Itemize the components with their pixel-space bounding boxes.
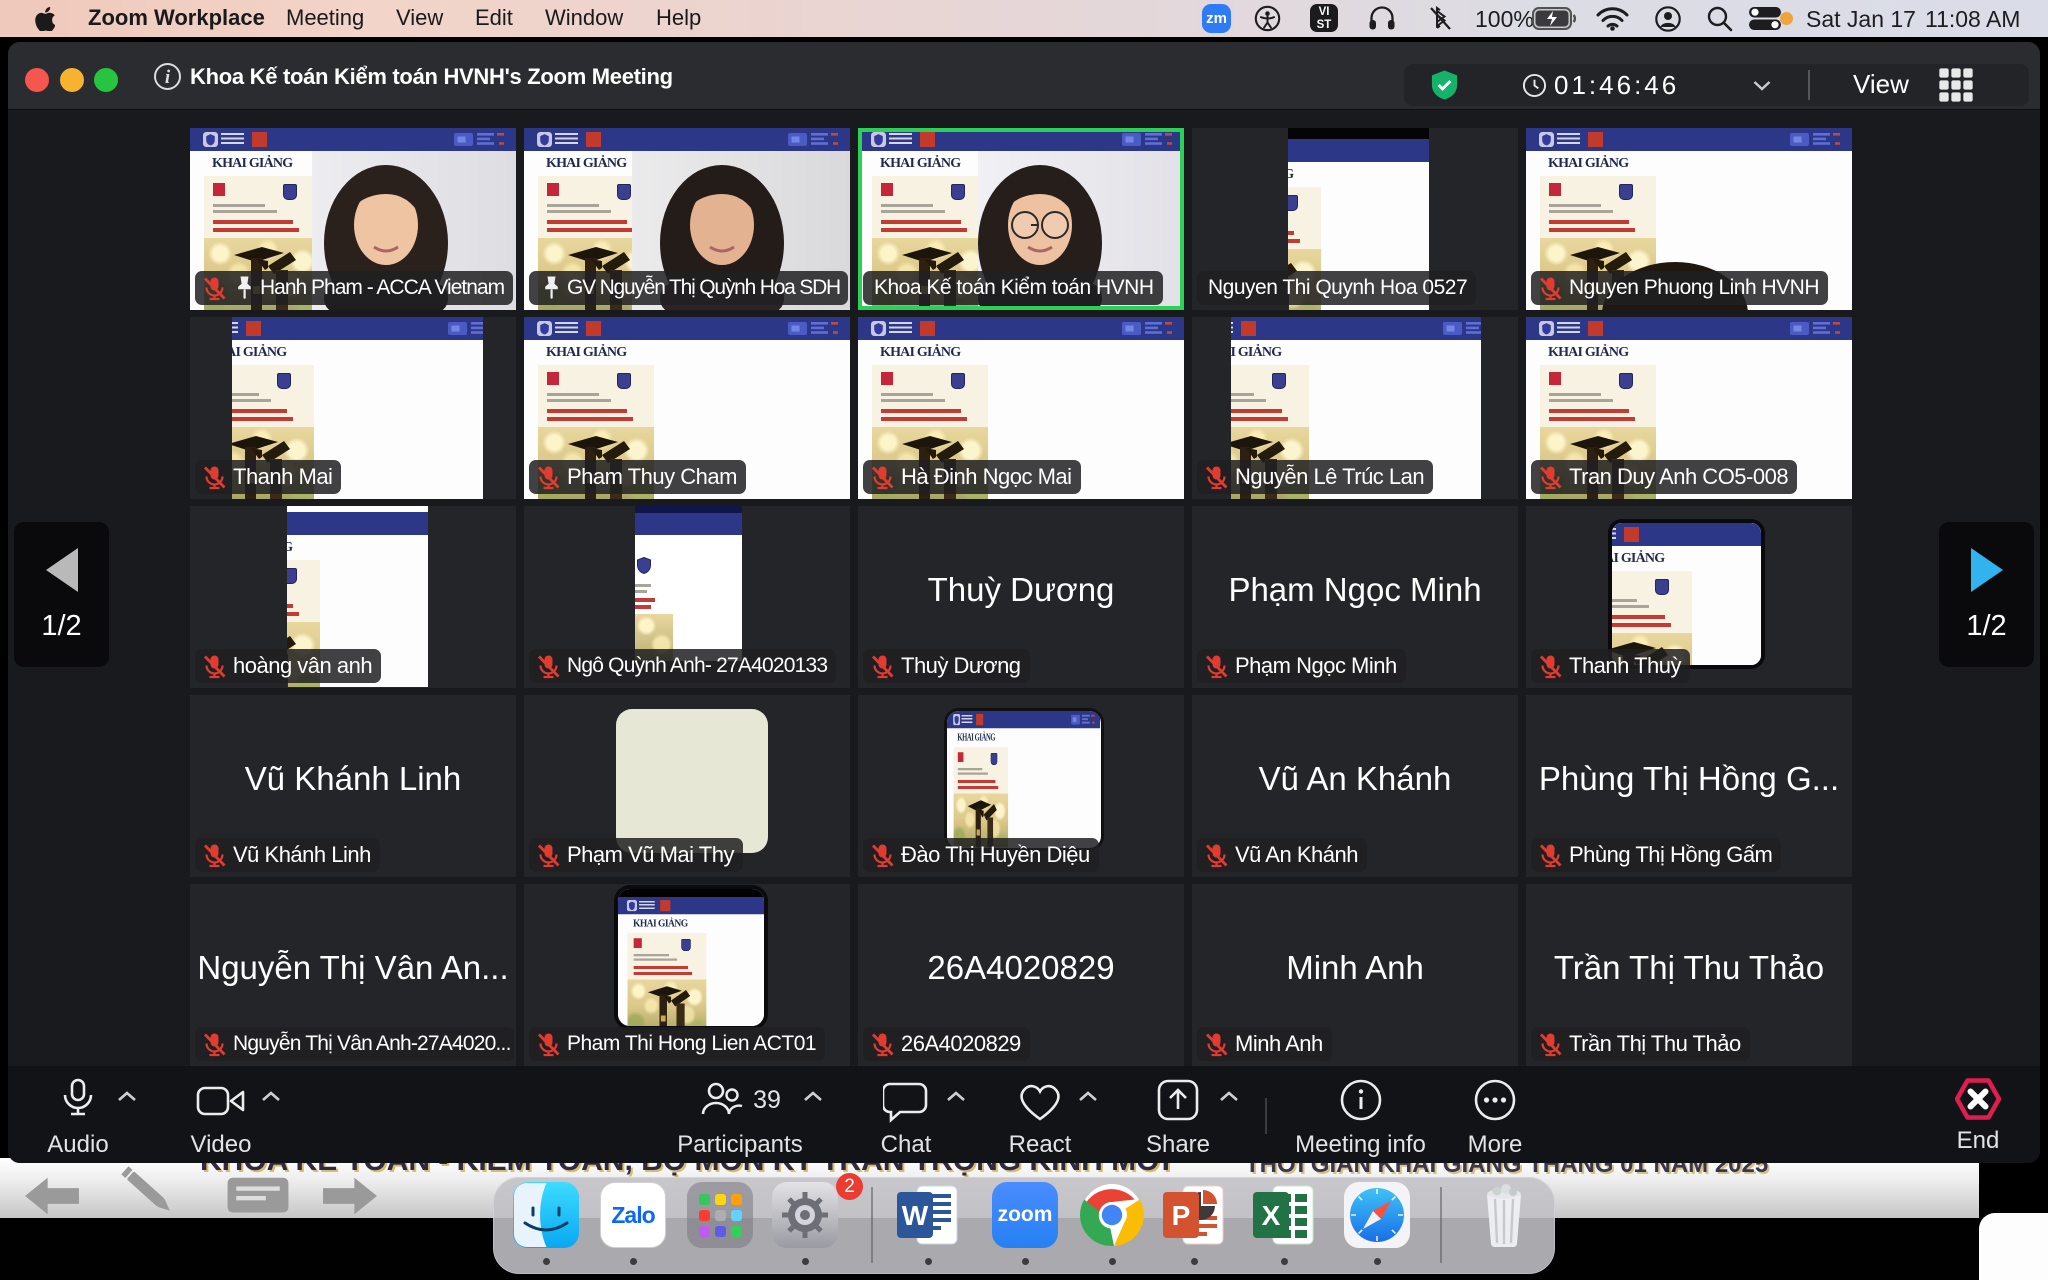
- svg-text:W: W: [902, 1200, 929, 1231]
- svg-text:P: P: [1172, 1200, 1191, 1231]
- svg-text:X: X: [1262, 1200, 1281, 1231]
